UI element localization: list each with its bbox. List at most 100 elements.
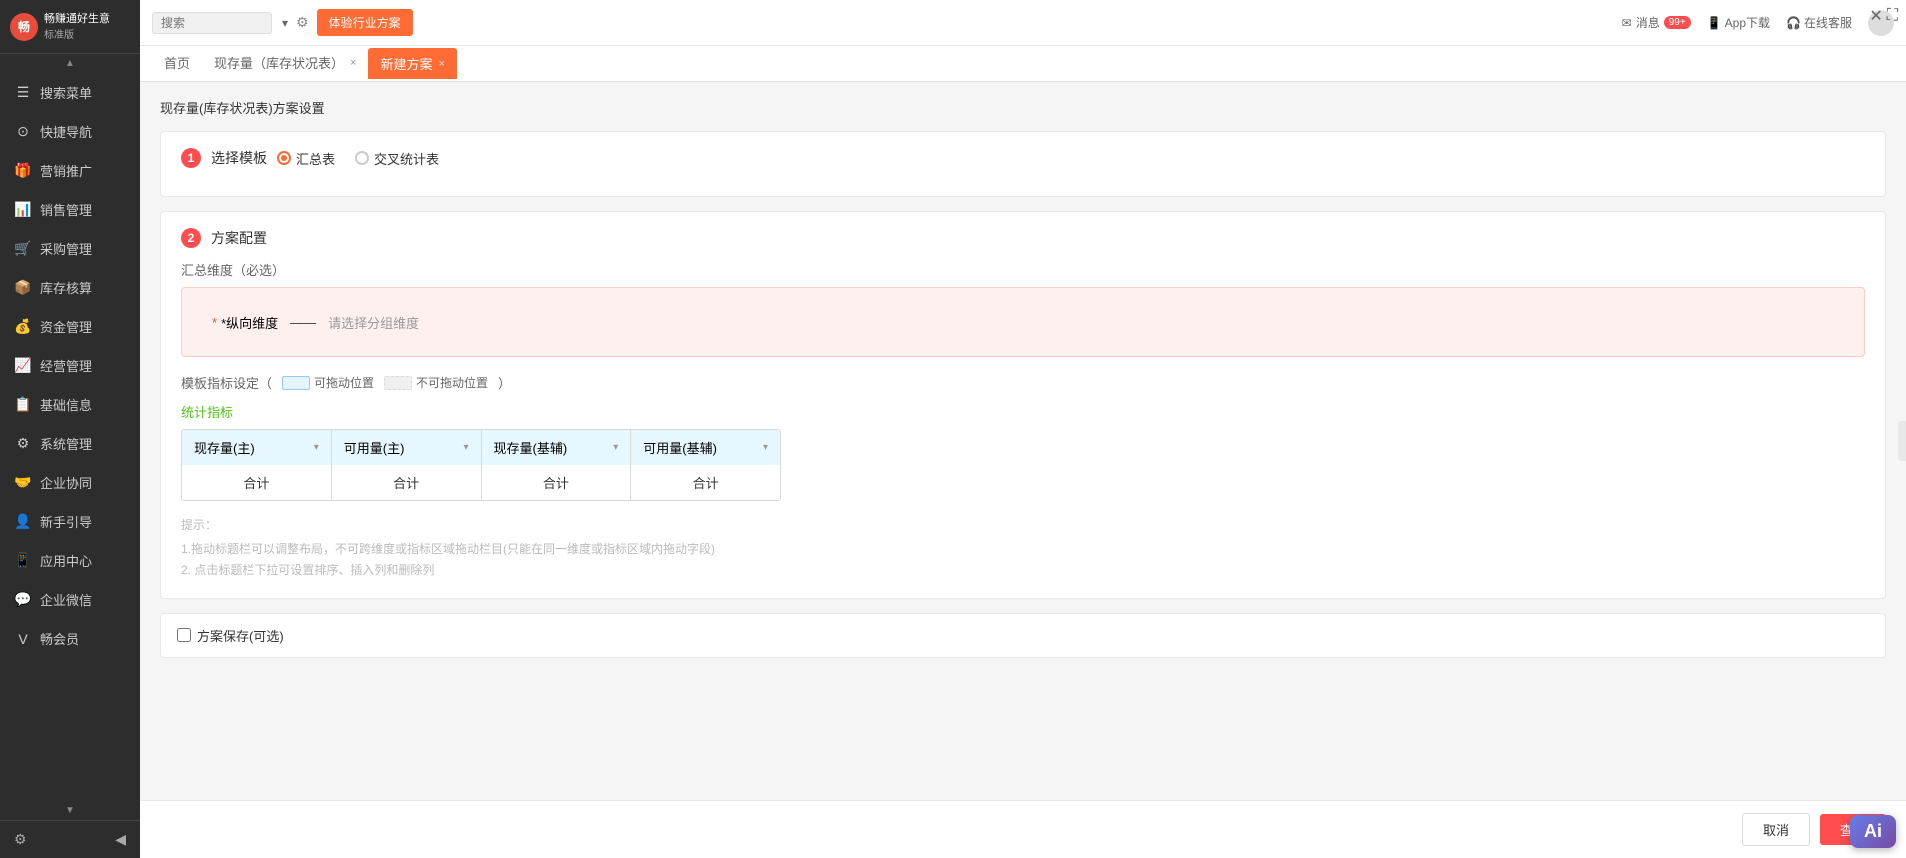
radio-cross-circle (355, 151, 369, 165)
sidebar-item-marketing[interactable]: 🎁 营销推广 (0, 151, 140, 190)
tab-new-plan-label: 新建方案 (380, 54, 432, 73)
footer-settings-icon[interactable]: ⚙ (14, 831, 27, 848)
sidebar-item-finance[interactable]: 💰 资金管理 (0, 307, 140, 346)
resize-handle[interactable] (1898, 421, 1906, 461)
section-plan-config: 2 方案配置 汇总维度（必选） * *纵向维度 —— 请选择分组维度 模板指标设… (160, 211, 1886, 599)
message-label: 消息 (1636, 14, 1660, 31)
sidebar-nav: ☰ 搜索菜单 ⊙ 快捷导航 🎁 营销推广 📊 销售管理 🛒 采购管理 📦 库存核… (0, 73, 140, 801)
stats-header-2-text: 现存量(基辅) (494, 438, 568, 457)
sidebar-item-wechat[interactable]: 💬 企业微信 (0, 580, 140, 619)
logo-sub: 标准版 (44, 26, 110, 41)
dimension-dash: —— (290, 315, 316, 330)
dimension-required-star: * (212, 315, 217, 330)
sidebar-item-sys-mgmt[interactable]: ⚙ 系统管理 (0, 424, 140, 463)
sidebar-footer: ⚙ ◀ (0, 820, 140, 858)
sidebar-item-app-center[interactable]: 📱 应用中心 (0, 541, 140, 580)
tab-new-plan-close[interactable]: × (438, 58, 444, 70)
section2-title: 方案配置 (211, 228, 267, 248)
sidebar-item-label: 畅会员 (40, 629, 79, 648)
close-button[interactable]: ✕ (1869, 6, 1882, 26)
tab-home[interactable]: 首页 (152, 45, 202, 82)
template-label-text: 模板指标设定（ (181, 373, 272, 392)
section2-header: 2 方案配置 (181, 228, 1865, 248)
sidebar-item-label: 应用中心 (40, 551, 92, 570)
cancel-button[interactable]: 取消 (1742, 813, 1810, 846)
sidebar-item-sales[interactable]: 📊 销售管理 (0, 190, 140, 229)
sidebar-item-label: 经营管理 (40, 356, 92, 375)
stats-col-header-3[interactable]: 可用量(基辅) ▾ (631, 430, 780, 465)
purchase-icon: 🛒 (14, 240, 32, 257)
stats-col-value-2: 合计 (482, 465, 632, 500)
finance-icon: 💰 (14, 318, 32, 335)
window-controls: ✕ ⛶ (1861, 0, 1906, 32)
trial-button[interactable]: 体验行业方案 (317, 9, 413, 36)
service-icon: 🎧 (1786, 16, 1801, 30)
tab-inventory-close[interactable]: × (350, 57, 356, 69)
main-area: ▾ ⚙ 体验行业方案 ✉ 消息 99+ 📱 App下载 🎧 在线客服 首页 (140, 0, 1906, 858)
sidebar-item-quick-nav[interactable]: ⊙ 快捷导航 (0, 112, 140, 151)
app-center-icon: 📱 (14, 552, 32, 569)
sidebar-logo: 畅 畅赚通好生意 标准版 (0, 0, 140, 54)
expand-button[interactable]: ⛶ (1887, 7, 1898, 25)
topbar-gear-icon[interactable]: ⚙ (296, 14, 309, 31)
section1-header: 1 选择模板 汇总表 交叉统计表 (181, 148, 1865, 168)
dropdown-arrow-3: ▾ (763, 442, 768, 453)
sidebar-item-label: 资金管理 (40, 317, 92, 336)
sidebar-item-search-menu[interactable]: ☰ 搜索菜单 (0, 73, 140, 112)
topbar-message[interactable]: ✉ 消息 99+ (1622, 14, 1691, 31)
sidebar-item-purchase[interactable]: 🛒 采购管理 (0, 229, 140, 268)
draggable-box (282, 376, 310, 390)
topbar-service[interactable]: 🎧 在线客服 (1786, 14, 1852, 31)
stats-col-header-2[interactable]: 现存量(基辅) ▾ (482, 430, 632, 465)
stats-col-header-1[interactable]: 可用量(主) ▾ (332, 430, 482, 465)
template-label-end: ） (498, 373, 511, 392)
logo-text: 畅赚通好生意 (44, 12, 110, 26)
tab-new-plan[interactable]: 新建方案 × (368, 48, 456, 79)
radio-summary-label: 汇总表 (296, 149, 335, 168)
legend-non-draggable-label: 不可拖动位置 (416, 374, 488, 391)
dimension-box[interactable]: * *纵向维度 —— 请选择分组维度 (181, 287, 1865, 357)
stock-icon: 📦 (14, 279, 32, 296)
sidebar-item-enterprise[interactable]: 🤝 企业协同 (0, 463, 140, 502)
footer-audio-icon[interactable]: ◀ (115, 831, 126, 848)
tips-area: 提示： 1.拖动标题栏可以调整布局，不可跨维度或指标区域拖动栏目(只能在同一维度… (181, 515, 1865, 582)
radio-cross-label: 交叉统计表 (374, 149, 439, 168)
sidebar-item-label: 营销推广 (40, 161, 92, 180)
enterprise-icon: 🤝 (14, 474, 32, 491)
topbar-search-input[interactable] (152, 12, 272, 34)
sidebar-item-stock[interactable]: 📦 库存核算 (0, 268, 140, 307)
sidebar-scroll-up[interactable]: ▲ (0, 54, 140, 73)
sidebar-item-basic-info[interactable]: 📋 基础信息 (0, 385, 140, 424)
stats-col-header-0[interactable]: 现存量(主) ▾ (182, 430, 332, 465)
stats-table-body: 合计 合计 合计 合计 (182, 465, 780, 500)
sidebar-item-vip[interactable]: V 畅会员 (0, 619, 140, 658)
app-icon: 📱 (1707, 16, 1722, 30)
stats-col-value-3: 合计 (631, 465, 780, 500)
dimension-label: 汇总维度（必选） (181, 260, 1865, 279)
radio-cross[interactable]: 交叉统计表 (355, 149, 439, 168)
section-select-template: 1 选择模板 汇总表 交叉统计表 (160, 131, 1886, 197)
non-draggable-box (384, 376, 412, 390)
sidebar-item-label: 搜索菜单 (40, 83, 92, 102)
radio-summary[interactable]: 汇总表 (277, 149, 335, 168)
tab-inventory-status[interactable]: 现存量（库存状况表） × (202, 45, 368, 82)
sidebar-item-operation[interactable]: 📈 经营管理 (0, 346, 140, 385)
stats-header-3-text: 可用量(基辅) (643, 438, 717, 457)
vip-icon: V (14, 631, 32, 647)
sidebar-scroll-down[interactable]: ▼ (0, 801, 140, 820)
stats-table-header: 现存量(主) ▾ 可用量(主) ▾ 现存量(基辅) ▾ (182, 430, 780, 465)
tabs-bar: 首页 现存量（库存状况表） × 新建方案 × ✕ ⛶ (140, 46, 1906, 82)
template-radio-group: 汇总表 交叉统计表 (277, 149, 439, 168)
wechat-icon: 💬 (14, 591, 32, 608)
topbar-app-download[interactable]: 📱 App下载 (1707, 14, 1770, 31)
topbar-dropdown-icon[interactable]: ▾ (282, 16, 288, 30)
ai-badge[interactable]: Ai (1850, 815, 1896, 848)
dropdown-arrow-2: ▾ (613, 442, 618, 453)
tips-item-1: 2. 点击标题栏下拉可设置排序、插入列和删除列 (181, 560, 1865, 582)
save-checkbox[interactable] (177, 628, 191, 642)
sidebar-item-new-guide[interactable]: 👤 新手引导 (0, 502, 140, 541)
legend-draggable-label: 可拖动位置 (314, 374, 374, 391)
stats-col-value-1: 合计 (332, 465, 482, 500)
legend-draggable: 可拖动位置 (282, 374, 374, 391)
operation-icon: 📈 (14, 357, 32, 374)
